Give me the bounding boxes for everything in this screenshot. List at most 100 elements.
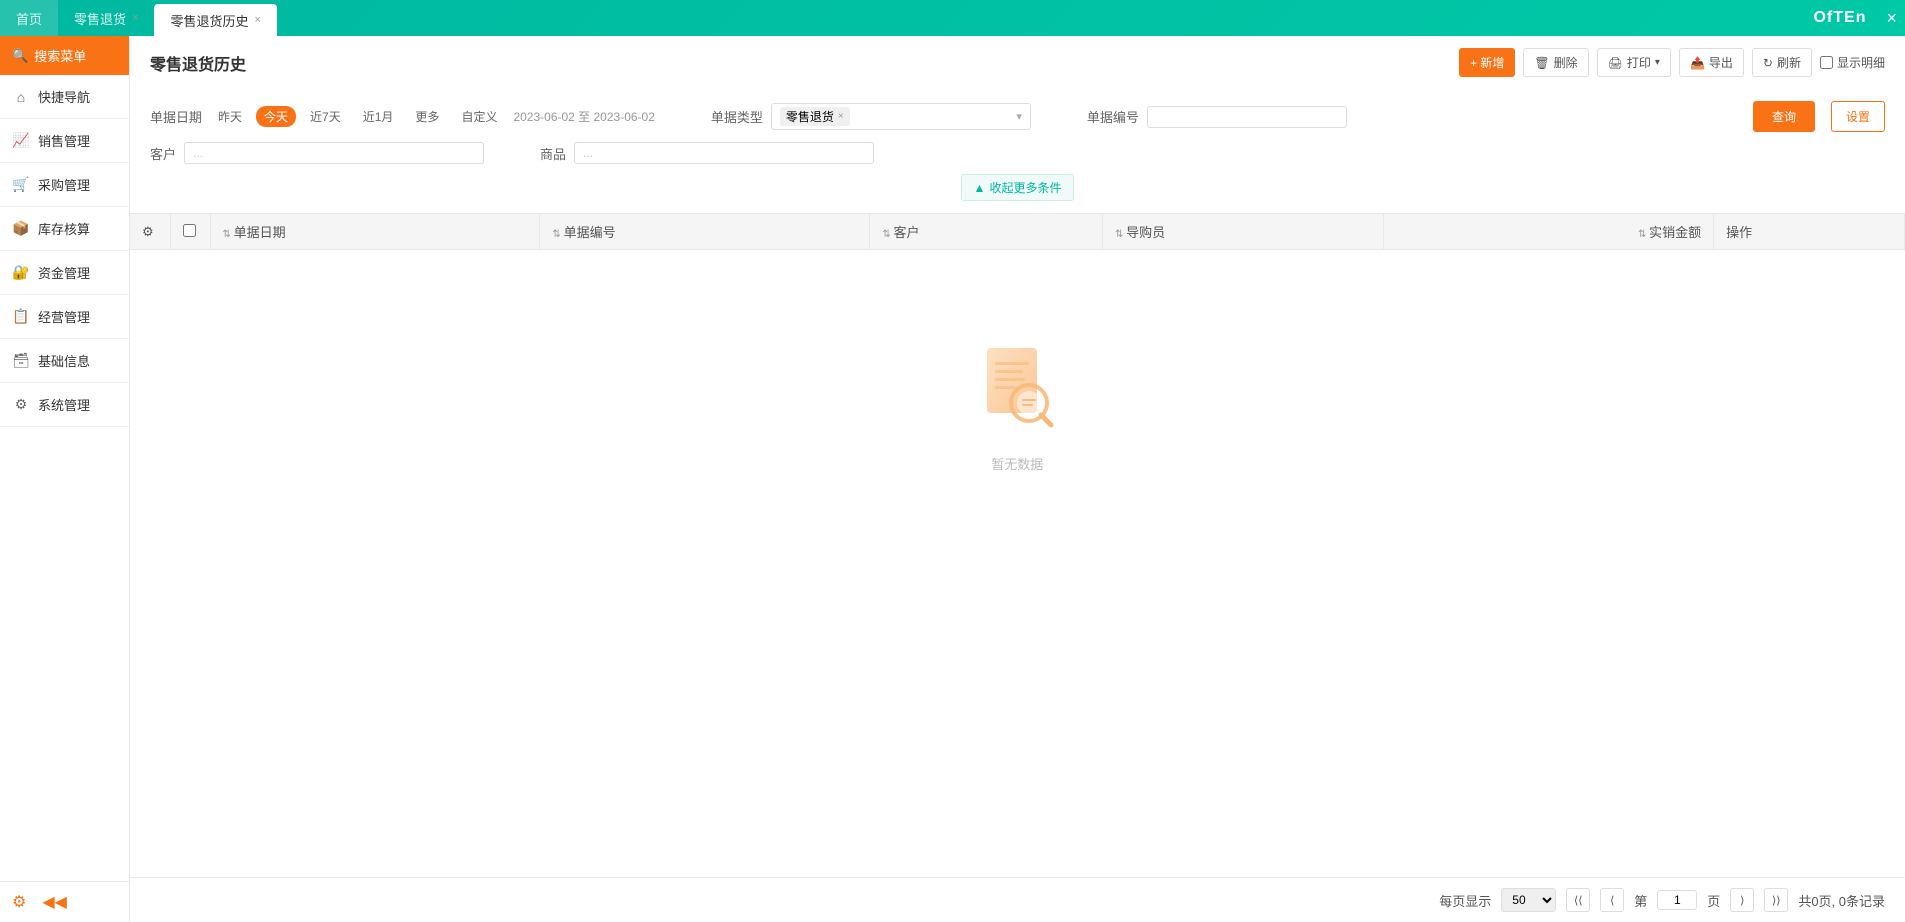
page-title-row: 零售退货历史 + 新增 🗑 删除 🖨 打印 ▾ 📤 — [150, 48, 1885, 77]
tab-retail-return-close[interactable]: × — [132, 12, 138, 24]
col-date-label: 单据日期 — [234, 225, 286, 240]
tab-retail-return-history-close[interactable]: × — [254, 14, 260, 26]
data-table: ⚙ ⇅ 单据日期 ⇅ 单据编号 — [130, 214, 1905, 561]
filter-collapse-row: ▲ 收起更多条件 — [150, 174, 1885, 201]
sales-icon: 📈 — [12, 132, 30, 150]
filter-row-1: 单据日期 昨天 今天 近7天 近1月 更多 自定义 2023-06-02 至 2… — [150, 101, 1885, 132]
doc-type-input[interactable]: 零售退货 × ▾ — [771, 103, 1031, 130]
page-prev-button[interactable]: ⟨ — [1600, 888, 1624, 912]
query-button[interactable]: 查询 — [1753, 101, 1815, 132]
page-title: 零售退货历史 — [150, 51, 246, 75]
date-today-btn[interactable]: 今天 — [256, 106, 296, 127]
sidebar-search[interactable]: 🔍 搜索菜单 — [0, 36, 129, 75]
delete-icon: 🗑 — [1534, 56, 1549, 70]
sidebar-bottom: ⚙ ◀◀ — [0, 881, 129, 922]
new-button[interactable]: + 新增 — [1459, 48, 1515, 77]
new-button-label: + 新增 — [1470, 54, 1504, 71]
page-next-button[interactable]: ⟩ — [1730, 888, 1754, 912]
empty-state-icon — [967, 338, 1067, 438]
doc-type-dropdown-icon[interactable]: ▾ — [1016, 110, 1022, 123]
show-detail-checkbox-label[interactable]: 显示明细 — [1820, 54, 1885, 71]
goods-placeholder: ... — [583, 146, 593, 160]
settings-gear-icon[interactable]: ⚙ — [12, 892, 26, 912]
page-size-select[interactable]: 50 20 100 — [1501, 888, 1556, 912]
sidebar-item-finance-label: 资金管理 — [38, 263, 90, 282]
home-icon: ⌂ — [12, 88, 30, 106]
tab-home[interactable]: 首页 — [0, 0, 58, 36]
goods-filter-item: 商品 ... — [540, 142, 874, 164]
table-col-number[interactable]: ⇅ 单据编号 — [540, 214, 870, 250]
date-more-btn[interactable]: 更多 — [407, 106, 447, 127]
print-button[interactable]: 🖨 打印 ▾ — [1597, 48, 1671, 77]
sidebar-item-quick-nav[interactable]: ⌂ 快捷导航 — [0, 75, 129, 119]
date-yesterday-btn[interactable]: 昨天 — [210, 106, 250, 127]
refresh-button[interactable]: ↻ 刷新 — [1752, 48, 1812, 77]
settings-button[interactable]: 设置 — [1831, 101, 1885, 132]
goods-input[interactable]: ... — [574, 142, 874, 164]
window-close-button[interactable]: × — [1878, 8, 1905, 29]
tab-retail-return-history[interactable]: 零售退货历史 × — [154, 4, 276, 36]
table-col-checkbox[interactable] — [170, 214, 210, 250]
table-col-customer[interactable]: ⇅ 客户 — [870, 214, 1103, 250]
page-number-input[interactable] — [1657, 890, 1697, 910]
col-amount-sort-icon: ⇅ — [1638, 229, 1649, 240]
sidebar-item-purchase-label: 采购管理 — [38, 175, 90, 194]
table-col-date[interactable]: ⇅ 单据日期 — [210, 214, 540, 250]
date-filter-item: 单据日期 昨天 今天 近7天 近1月 更多 自定义 2023-06-02 至 2… — [150, 106, 655, 127]
sidebar-item-purchase[interactable]: 🛒 采购管理 — [0, 163, 129, 207]
page-label: 页 — [1707, 891, 1720, 910]
doc-number-filter-item: 单据编号 — [1087, 106, 1347, 128]
empty-state-text: 暂无数据 — [991, 454, 1043, 473]
page-first-button[interactable]: ⟨⟨ — [1566, 888, 1590, 912]
sidebar-item-system-label: 系统管理 — [38, 395, 90, 414]
print-button-label: 打印 — [1627, 54, 1651, 71]
main-layout: 🔍 搜索菜单 ⌂ 快捷导航 📈 销售管理 🛒 采购管理 📦 库存核算 🔐 资金管… — [0, 36, 1905, 922]
delete-button[interactable]: 🗑 删除 — [1523, 48, 1588, 77]
sidebar-item-basic-info-label: 基础信息 — [38, 351, 90, 370]
tab-retail-return-label: 零售退货 — [74, 9, 126, 28]
empty-state-row: 暂无数据 — [130, 250, 1905, 562]
brand-text: OfTEn — [1801, 9, 1878, 27]
audio-icon[interactable]: ◀◀ — [42, 892, 67, 912]
sidebar-item-operation[interactable]: 📋 经营管理 — [0, 295, 129, 339]
date-custom-btn[interactable]: 自定义 — [453, 106, 505, 127]
show-detail-checkbox[interactable] — [1820, 56, 1833, 69]
doc-type-tag-close[interactable]: × — [838, 111, 844, 122]
sidebar-item-system[interactable]: ⚙ 系统管理 — [0, 383, 129, 427]
refresh-icon: ↻ — [1763, 56, 1773, 70]
inventory-icon: 📦 — [12, 220, 30, 238]
tab-retail-return[interactable]: 零售退货 × — [58, 0, 154, 36]
collapse-button[interactable]: ▲ 收起更多条件 — [961, 174, 1075, 201]
delete-button-label: 删除 — [1554, 54, 1578, 71]
table-col-settings[interactable]: ⚙ — [130, 214, 170, 250]
pagination-total: 共0页, 0条记录 — [1798, 891, 1885, 910]
customer-input[interactable]: ... — [184, 142, 484, 164]
sidebar-item-finance[interactable]: 🔐 资金管理 — [0, 251, 129, 295]
table-settings-icon[interactable]: ⚙ — [142, 224, 154, 239]
purchase-icon: 🛒 — [12, 176, 30, 194]
operation-icon: 📋 — [12, 308, 30, 326]
date-1month-btn[interactable]: 近1月 — [355, 106, 402, 127]
print-chevron-icon: ▾ — [1655, 57, 1660, 68]
collapse-label: 收起更多条件 — [989, 179, 1061, 196]
table-col-action: 操作 — [1714, 214, 1905, 250]
export-button[interactable]: 📤 导出 — [1679, 48, 1744, 77]
system-icon: ⚙ — [12, 396, 30, 414]
toolbar: + 新增 🗑 删除 🖨 打印 ▾ 📤 导出 — [1459, 48, 1885, 77]
search-icon: 🔍 — [12, 48, 28, 64]
sidebar-item-inventory[interactable]: 📦 库存核算 — [0, 207, 129, 251]
customer-filter-item: 客户 ... — [150, 142, 484, 164]
sidebar-item-sales[interactable]: 📈 销售管理 — [0, 119, 129, 163]
doc-number-label: 单据编号 — [1087, 107, 1139, 126]
customer-placeholder: ... — [193, 146, 203, 160]
table-col-guide[interactable]: ⇅ 导购员 — [1102, 214, 1383, 250]
table-col-amount[interactable]: ⇅ 实销金额 — [1384, 214, 1714, 250]
page-last-button[interactable]: ⟩⟩ — [1764, 888, 1788, 912]
tab-bar: 首页 零售退货 × 零售退货历史 × — [0, 0, 1801, 36]
pagination-bar: 每页显示 50 20 100 ⟨⟨ ⟨ 第 页 ⟩ ⟩⟩ 共0页, 0条记录 — [130, 877, 1905, 922]
table-select-all-checkbox[interactable] — [183, 224, 196, 237]
doc-number-input[interactable] — [1147, 106, 1347, 128]
date-7days-btn[interactable]: 近7天 — [302, 106, 349, 127]
sidebar-item-basic-info[interactable]: 🗃 基础信息 — [0, 339, 129, 383]
col-guide-label: 导购员 — [1126, 225, 1165, 240]
